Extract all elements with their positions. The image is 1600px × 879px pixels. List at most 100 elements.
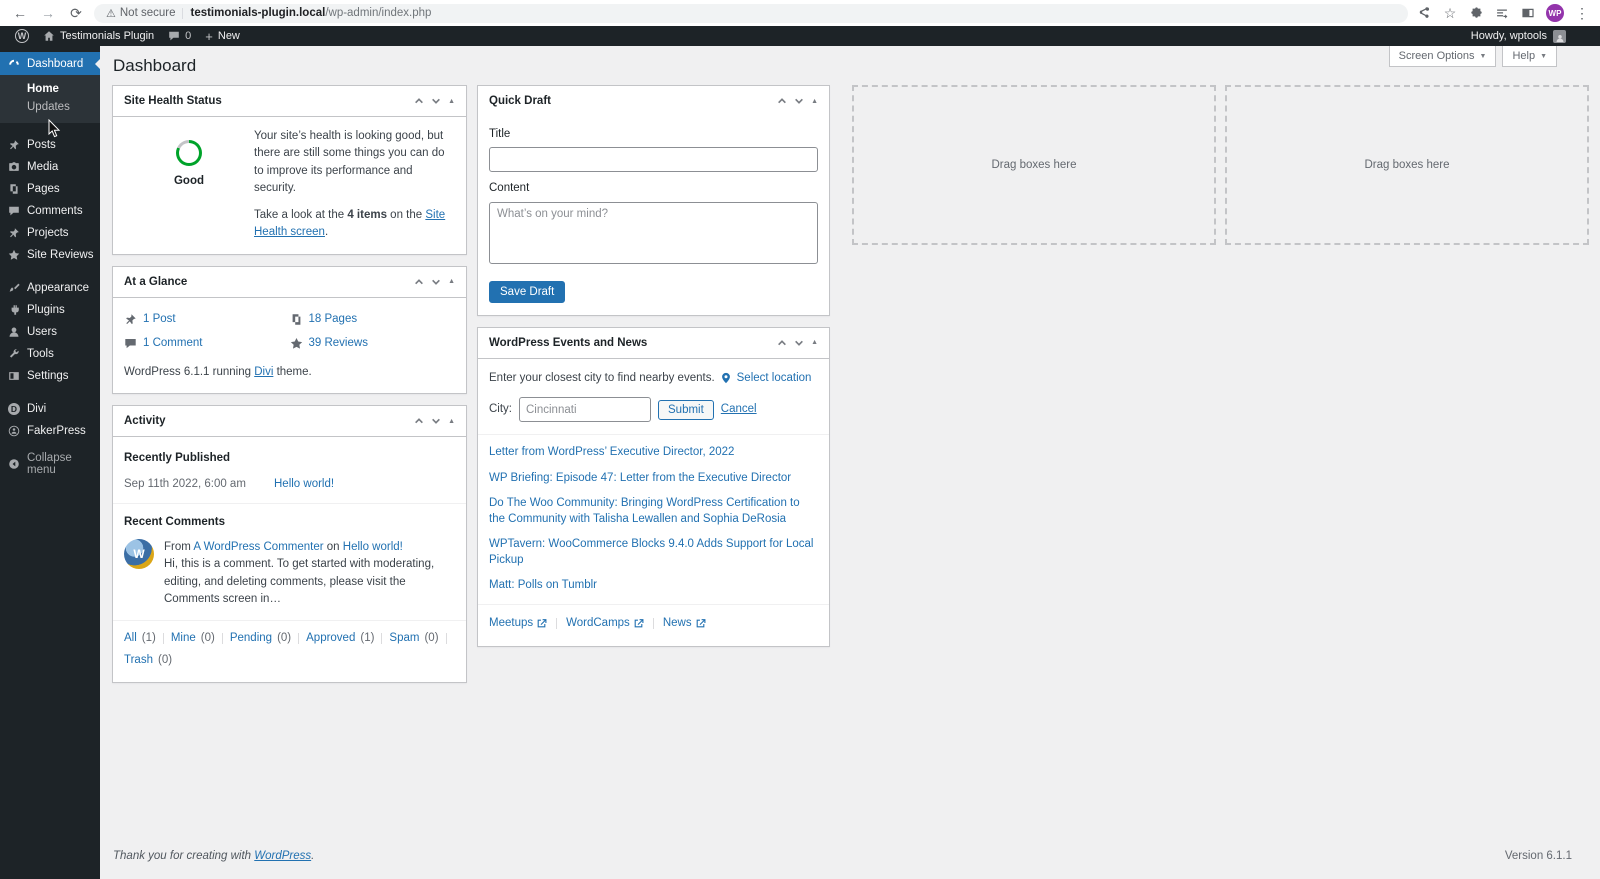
meetups-link[interactable]: Meetups <box>489 615 547 632</box>
news-link[interactable]: News <box>663 615 706 632</box>
move-down-icon[interactable] <box>794 338 804 348</box>
move-down-icon[interactable] <box>431 416 441 426</box>
widget-header: Activity ▲ <box>113 406 466 436</box>
move-up-icon[interactable] <box>414 277 424 287</box>
widget-drop-zone[interactable]: Drag boxes here <box>852 85 1216 245</box>
save-draft-button[interactable]: Save Draft <box>489 280 566 303</box>
news-item-link[interactable]: Matt: Polls on Tumblr <box>489 578 818 594</box>
cancel-link[interactable]: Cancel <box>721 401 757 418</box>
move-down-icon[interactable] <box>794 96 804 106</box>
toggle-panel-icon[interactable]: ▲ <box>448 278 455 285</box>
glance-reviews-link[interactable]: 39 Reviews <box>309 335 368 352</box>
account-menu[interactable]: Howdy, wptools <box>1470 29 1600 43</box>
move-up-icon[interactable] <box>777 338 787 348</box>
move-up-icon[interactable] <box>414 96 424 106</box>
glance-comments-link[interactable]: 1 Comment <box>143 335 202 352</box>
admin-sidebar: Dashboard Home Updates Posts Media Pages… <box>0 46 100 879</box>
browser-menu-kebab-icon[interactable]: ⋮ <box>1574 5 1590 21</box>
submenu-item-updates[interactable]: Updates <box>0 98 100 116</box>
browser-forward-button[interactable]: → <box>38 3 58 23</box>
events-footer-links: Meetups WordCamps News <box>478 603 829 634</box>
move-up-icon[interactable] <box>777 96 787 106</box>
screen-options-button[interactable]: Screen Options ▼ <box>1388 46 1497 67</box>
bookmark-star-icon[interactable]: ☆ <box>1442 5 1458 21</box>
filter-trash-link[interactable]: Trash <box>124 652 153 669</box>
news-item-link[interactable]: WP Briefing: Episode 47: Letter from the… <box>489 471 818 487</box>
filter-pending-link[interactable]: Pending <box>230 630 272 647</box>
filter-all-link[interactable]: All <box>124 630 137 647</box>
sidebar-item-divi[interactable]: D Divi <box>0 398 100 420</box>
news-item-link[interactable]: WPTavern: WooCommerce Blocks 9.4.0 Adds … <box>489 537 818 568</box>
sidebar-item-posts[interactable]: Posts <box>0 134 100 156</box>
filter-mine-link[interactable]: Mine <box>171 630 196 647</box>
sidebar-item-dashboard[interactable]: Dashboard <box>0 52 100 75</box>
toggle-panel-icon[interactable]: ▲ <box>448 418 455 425</box>
sidebar-item-tools[interactable]: Tools <box>0 343 100 365</box>
news-item-link[interactable]: Do The Woo Community: Bringing WordPress… <box>489 496 818 527</box>
comment-author-link[interactable]: A WordPress Commenter <box>193 541 323 553</box>
collapse-menu-button[interactable]: Collapse menu <box>0 452 100 476</box>
divider <box>162 633 164 645</box>
toggle-panel-icon[interactable]: ▲ <box>448 98 455 105</box>
widget-drop-zone[interactable]: Drag boxes here <box>1225 85 1589 245</box>
wordcamps-link[interactable]: WordCamps <box>566 615 644 632</box>
submit-city-button[interactable]: Submit <box>658 399 714 420</box>
comments-shortcut[interactable]: 0 <box>161 26 198 46</box>
browser-profile-avatar[interactable]: WP <box>1546 4 1564 22</box>
move-up-icon[interactable] <box>414 416 424 426</box>
screen-options-label: Screen Options <box>1398 50 1475 62</box>
sidebar-item-comments[interactable]: Comments <box>0 200 100 222</box>
sidebar-item-projects[interactable]: Projects <box>0 222 100 244</box>
health-description: Your site’s health is looking good, but … <box>254 130 445 194</box>
help-button[interactable]: Help ▼ <box>1502 46 1557 67</box>
address-bar[interactable]: ⚠ Not secure testimonials-plugin.local/w… <box>94 3 1408 23</box>
sidebar-item-settings[interactable]: Settings <box>0 365 100 387</box>
select-location-link[interactable]: Select location <box>737 370 812 387</box>
share-icon[interactable] <box>1416 5 1432 21</box>
filter-spam-link[interactable]: Spam <box>389 630 419 647</box>
visit-site-link[interactable]: Testimonials Plugin <box>36 26 161 46</box>
sidebar-item-label: Site Reviews <box>27 249 94 261</box>
sidebar-item-site-reviews[interactable]: Site Reviews <box>0 244 100 266</box>
comment-content: From A WordPress Commenter on Hello worl… <box>164 539 455 608</box>
health-status-label: Good <box>173 175 205 187</box>
draft-content-textarea[interactable] <box>489 201 818 264</box>
sidebar-item-fakerpress[interactable]: FakerPress <box>0 420 100 442</box>
glance-pages-link[interactable]: 18 Pages <box>309 311 358 328</box>
sidebar-item-label: FakerPress <box>27 425 86 437</box>
not-secure-badge[interactable]: ⚠ Not secure <box>106 7 175 20</box>
sidebar-item-users[interactable]: Users <box>0 321 100 343</box>
sidebar-item-label: Dashboard <box>27 57 84 70</box>
move-down-icon[interactable] <box>431 96 441 106</box>
filter-approved-link[interactable]: Approved <box>306 630 355 647</box>
pushpin-icon <box>9 140 19 150</box>
reading-list-icon[interactable] <box>1494 5 1510 21</box>
move-down-icon[interactable] <box>431 277 441 287</box>
url-text: testimonials-plugin.local/wp-admin/index… <box>190 7 431 19</box>
browser-reload-button[interactable]: ⟳ <box>66 3 86 23</box>
camera-icon <box>9 162 19 171</box>
comment-post-link[interactable]: Hello world! <box>343 541 403 553</box>
published-post-link[interactable]: Hello world! <box>274 476 334 493</box>
draft-title-input[interactable] <box>489 147 818 173</box>
sidebar-item-appearance[interactable]: Appearance <box>0 277 100 299</box>
news-item-link[interactable]: Letter from WordPress’ Executive Directo… <box>489 445 818 461</box>
sidebar-item-plugins[interactable]: Plugins <box>0 299 100 321</box>
drop-zone-label: Drag boxes here <box>1364 159 1450 171</box>
new-content-menu[interactable]: + New <box>198 26 247 46</box>
wordpress-link[interactable]: WordPress <box>254 850 311 862</box>
side-panel-icon[interactable] <box>1520 5 1536 21</box>
toggle-panel-icon[interactable]: ▲ <box>811 98 818 105</box>
sidebar-item-label: Appearance <box>27 282 90 294</box>
extensions-puzzle-icon[interactable] <box>1468 5 1484 21</box>
howdy-text: Howdy, wptools <box>1470 30 1547 42</box>
sidebar-item-pages[interactable]: Pages <box>0 178 100 200</box>
wp-logo-menu[interactable]: W <box>8 26 36 46</box>
browser-back-button[interactable]: ← <box>10 3 30 23</box>
submenu-item-home[interactable]: Home <box>0 80 100 98</box>
toggle-panel-icon[interactable]: ▲ <box>811 339 818 346</box>
glance-posts-link[interactable]: 1 Post <box>143 311 176 328</box>
theme-link[interactable]: Divi <box>254 366 273 378</box>
sidebar-item-media[interactable]: Media <box>0 156 100 178</box>
city-input[interactable] <box>519 397 651 422</box>
